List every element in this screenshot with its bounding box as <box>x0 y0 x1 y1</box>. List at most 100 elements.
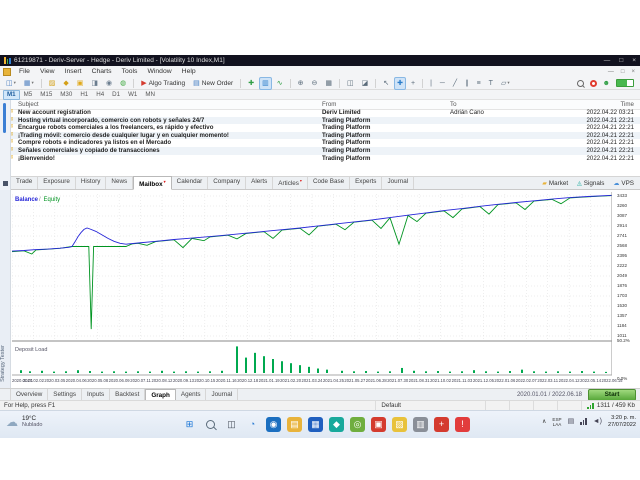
timeframe-h1[interactable]: H1 <box>76 90 92 100</box>
tester-tab-settings[interactable]: Settings <box>48 389 83 400</box>
tester-tab-inputs[interactable]: Inputs <box>82 389 111 400</box>
community-button[interactable]: ◍ <box>117 77 129 90</box>
mail-row[interactable]: ✉¡Bienvenido!Trading Platform2022.04.21 … <box>0 155 640 163</box>
profile-indicator[interactable]: Default <box>375 401 485 410</box>
crosshair-tool-icon[interactable]: ✚ <box>394 76 406 90</box>
mail-column-from[interactable]: From <box>322 101 336 108</box>
app-icon-red-square[interactable]: ▣ <box>371 417 386 432</box>
add-object-icon[interactable]: + <box>408 77 418 90</box>
toolbox-side-strip[interactable] <box>0 100 11 190</box>
toolbox-tab-news[interactable]: News <box>106 175 134 189</box>
horizontal-line-tool[interactable]: ─ <box>437 77 448 90</box>
menu-item-insert[interactable]: Insert <box>60 68 87 75</box>
chart-type-button[interactable]: ◫ ▾ <box>3 77 19 90</box>
start-button[interactable]: Start <box>588 388 636 401</box>
menu-item-charts[interactable]: Charts <box>87 68 117 75</box>
task-view-icon[interactable]: ◫ <box>224 417 239 432</box>
mail-row[interactable]: ✉Compre robots e indicadores ya listos e… <box>0 139 640 147</box>
child-minimize-button[interactable]: — <box>608 69 614 75</box>
cursor-tool-icon[interactable]: ↖ <box>380 77 392 90</box>
toolbox-tab-exposure[interactable]: Exposure <box>38 175 76 189</box>
lock-button[interactable]: ▣ <box>74 77 87 90</box>
crosshair-mode-icon[interactable]: ✚ <box>245 77 257 90</box>
new-order-button[interactable]: ▤ New Order <box>190 77 236 90</box>
widgets-icon[interactable]: ◔ <box>245 417 260 432</box>
timeframe-m1[interactable]: M1 <box>3 89 20 100</box>
menu-item-help[interactable]: Help <box>177 68 201 75</box>
fibonacci-tool[interactable]: ≡ <box>474 77 484 90</box>
market-watch-button[interactable]: ◉ <box>103 77 115 90</box>
cascade-windows-icon[interactable]: ◪ <box>359 77 372 90</box>
mail-row[interactable]: ✉Encargue robots comerciales a los freel… <box>0 124 640 132</box>
toolbox-tab-code-base[interactable]: Code Base <box>308 175 351 189</box>
toolbox-tab-mailbox[interactable]: Mailbox▾ <box>133 175 172 190</box>
toolbox-tab-articles[interactable]: Articles▾ <box>273 175 308 189</box>
profiles-button[interactable]: ▨ <box>46 77 59 90</box>
timeframe-m15[interactable]: M15 <box>36 90 56 100</box>
app-icon-teal[interactable]: ◆ <box>329 417 344 432</box>
community-user-icon[interactable]: ☻ <box>603 80 610 87</box>
app-icon-yellow[interactable]: ▨ <box>392 417 407 432</box>
network-icon[interactable] <box>580 418 587 426</box>
tray-chevron-icon[interactable]: ∧ <box>542 418 546 425</box>
timeframe-d1[interactable]: D1 <box>108 90 124 100</box>
search-icon[interactable] <box>576 79 584 87</box>
keyboard-icon[interactable]: ▤ <box>568 418 575 425</box>
store-icon[interactable]: ▦ <box>308 417 323 432</box>
timeframe-mn[interactable]: MN <box>141 90 159 100</box>
chart-shift-icon[interactable]: ▥ <box>259 76 272 90</box>
close-button[interactable]: × <box>632 57 636 64</box>
tester-graph[interactable]: Balance / Equity Deposit Load <box>12 192 612 377</box>
menu-item-view[interactable]: View <box>35 68 60 75</box>
auto-scroll-icon[interactable]: ∿ <box>274 77 286 90</box>
tile-windows-icon[interactable]: ◫ <box>344 77 357 90</box>
app-icon-red-plus[interactable]: + <box>434 417 449 432</box>
scrollbar-thumb[interactable] <box>3 103 6 133</box>
toolbox-tab-company[interactable]: Company <box>208 175 247 189</box>
connection-status-icon[interactable] <box>616 79 634 87</box>
vertical-line-tool[interactable]: | <box>427 77 435 90</box>
zoom-in-icon[interactable]: ⊕ <box>295 77 307 90</box>
strategy-tester-button[interactable]: ◨ <box>88 77 101 90</box>
menu-item-window[interactable]: Window <box>142 68 176 75</box>
trendline-tool[interactable]: ╱ <box>450 77 460 90</box>
grid-icon[interactable]: ▦ <box>322 77 335 90</box>
toolbox-tab-history[interactable]: History <box>76 175 107 189</box>
window-layout-button[interactable]: ▦ ▾ <box>21 77 37 90</box>
shapes-tool[interactable]: ▱ ▾ <box>498 77 513 90</box>
file-explorer-icon[interactable]: ▤ <box>287 417 302 432</box>
weather-widget[interactable]: ☁ 19°C Nublado <box>6 415 43 429</box>
menu-item-tools[interactable]: Tools <box>117 68 143 75</box>
timeframe-w1[interactable]: W1 <box>124 90 141 100</box>
timeframe-m30[interactable]: M30 <box>56 90 76 100</box>
child-restore-button[interactable]: □ <box>621 69 625 75</box>
channel-tool[interactable]: ∥ <box>462 77 472 90</box>
market-link[interactable]: ▰ Market <box>542 180 568 187</box>
toolbox-tab-journal[interactable]: Journal <box>382 175 415 189</box>
restore-button[interactable]: □ <box>619 57 623 64</box>
toolbox-tab-experts[interactable]: Experts <box>350 175 383 189</box>
timeframe-h4[interactable]: H4 <box>92 90 108 100</box>
windows-start-icon[interactable]: ⊞ <box>182 417 197 432</box>
clock-widget[interactable]: 3:20 p. m. 27/07/2022 <box>608 415 636 429</box>
edge-icon[interactable]: ◉ <box>266 417 281 432</box>
child-close-button[interactable]: × <box>631 69 635 75</box>
menu-item-file[interactable]: File <box>14 68 35 75</box>
mail-row[interactable]: ✉¡Trading móvil: comercio desde cualquie… <box>0 131 640 140</box>
app-icon-round[interactable]: ◎ <box>350 417 365 432</box>
mail-row[interactable]: ✉New account registrationDeriv LimitedAd… <box>0 109 640 117</box>
search-icon[interactable] <box>203 417 218 432</box>
toolbox-tab-calendar[interactable]: Calendar <box>172 175 209 189</box>
mail-column-subject[interactable]: Subject <box>18 101 39 108</box>
tester-tab-journal[interactable]: Journal <box>206 389 239 400</box>
algo-trading-button[interactable]: ▶ Algo Trading <box>138 77 188 90</box>
mail-column-to[interactable]: To <box>450 101 457 108</box>
timeframe-m5[interactable]: M5 <box>20 90 37 100</box>
app-icon-red-alert[interactable]: ! <box>455 417 470 432</box>
mail-row[interactable]: ✉Señales comerciales y copiado de transa… <box>0 146 640 155</box>
notifications-icon[interactable] <box>589 79 597 87</box>
mail-column-time[interactable]: Time <box>620 101 634 108</box>
tester-tab-overview[interactable]: Overview <box>10 389 49 400</box>
zoom-out-icon[interactable]: ⊖ <box>308 77 320 90</box>
metaeditor-button[interactable]: ◆ <box>60 77 71 90</box>
